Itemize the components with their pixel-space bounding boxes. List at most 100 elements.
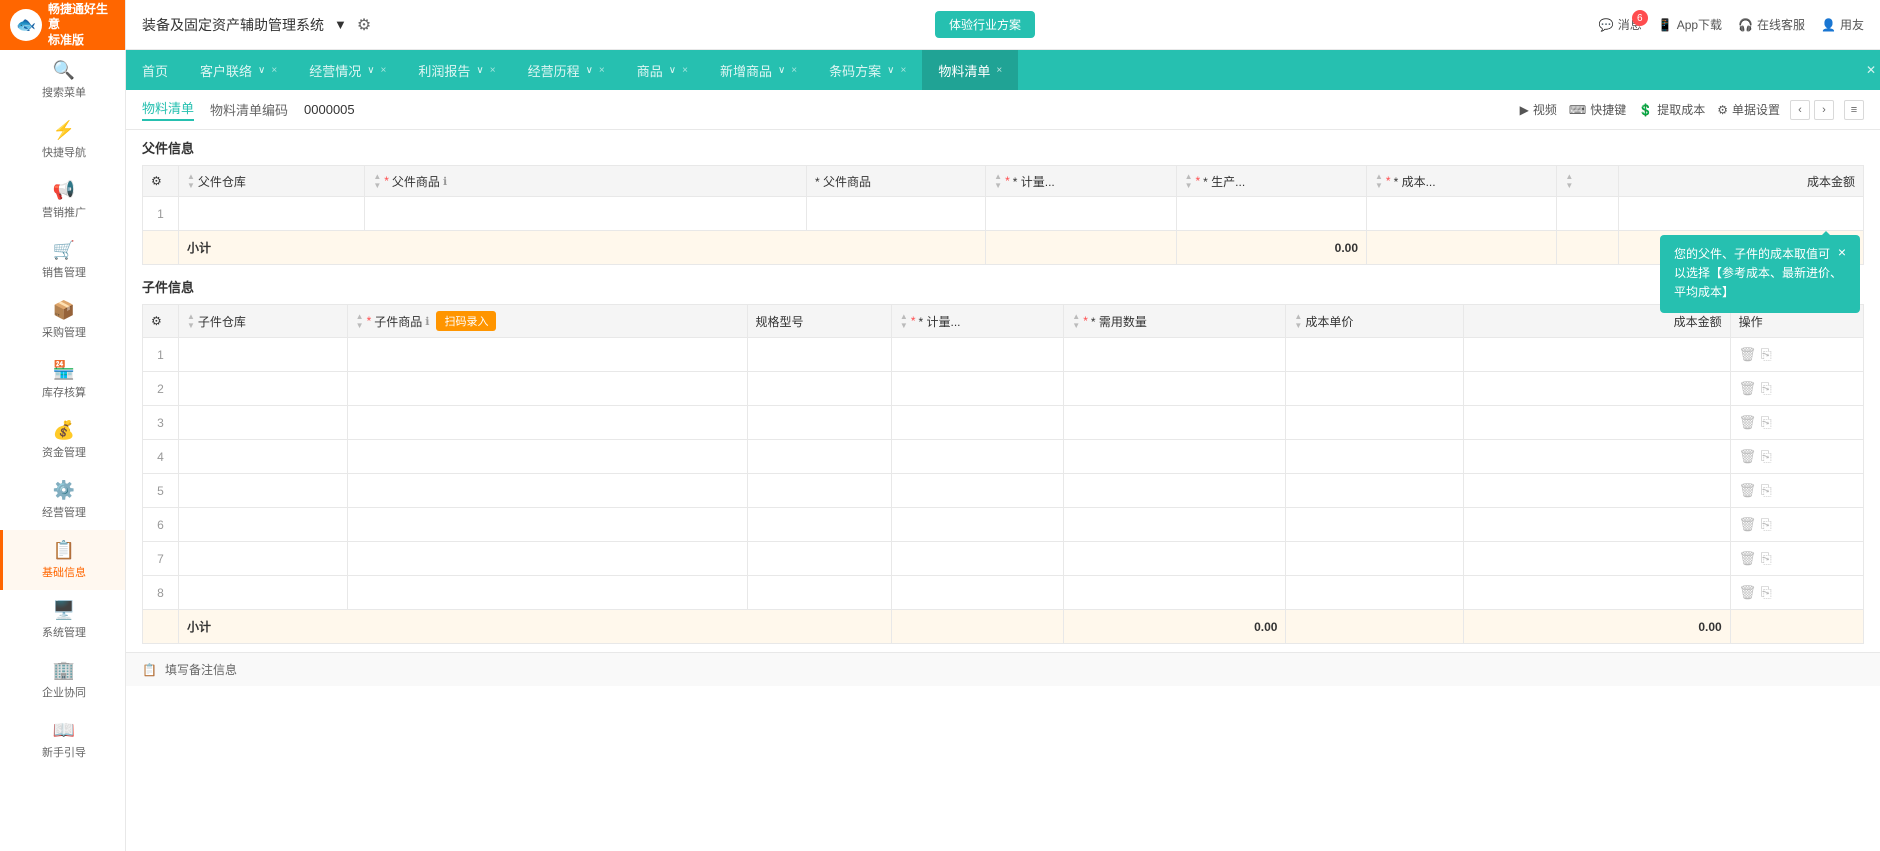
sidebar-item-search[interactable]: 🔍 搜索菜单 [0, 50, 125, 110]
sidebar-item-basic-info[interactable]: 📋 基础信息 [0, 530, 125, 590]
copy-icon-2[interactable]: ⎘ [1760, 380, 1771, 397]
tab-barcode[interactable]: 条码方案 ∨ × [813, 50, 922, 90]
video-btn[interactable]: ▶ 视频 [1520, 101, 1557, 118]
child-row-warehouse-1[interactable] [179, 338, 348, 372]
next-page-btn[interactable]: › [1814, 100, 1834, 120]
child-row-qty-7[interactable] [1064, 542, 1286, 576]
layout-btn[interactable]: ≡ [1844, 100, 1864, 120]
delete-icon-8[interactable]: 🗑 [1739, 584, 1757, 601]
parent-row-unit-1[interactable] [986, 197, 1176, 231]
tab-customer[interactable]: 客户联络 ∨ × [184, 50, 293, 90]
child-goods-sort[interactable]: ▲▼ [356, 312, 364, 330]
child-col-settings[interactable]: ⚙ [143, 305, 179, 338]
scan-btn[interactable]: 扫码录入 [436, 311, 496, 331]
sub-tab-bom-code[interactable]: 物料清单编码 [210, 100, 288, 119]
child-row-spec-4[interactable] [747, 440, 891, 474]
sidebar-item-sales[interactable]: 🛒 销售管理 [0, 230, 125, 290]
tab-new-goods[interactable]: 新增商品 ∨ × [704, 50, 813, 90]
child-row-qty-8[interactable] [1064, 576, 1286, 610]
sidebar-item-marketing[interactable]: 📢 营销推广 [0, 170, 125, 230]
child-warehouse-sort[interactable]: ▲▼ [187, 312, 195, 330]
online-service-item[interactable]: 🎧 在线客服 [1738, 16, 1805, 33]
child-row-spec-7[interactable] [747, 542, 891, 576]
delete-icon-4[interactable]: 🗑 [1739, 448, 1757, 465]
child-row-spec-8[interactable] [747, 576, 891, 610]
delete-icon-6[interactable]: 🗑 [1739, 516, 1757, 533]
child-row-warehouse-4[interactable] [179, 440, 348, 474]
sidebar-item-finance[interactable]: 💰 资金管理 [0, 410, 125, 470]
child-row-spec-2[interactable] [747, 372, 891, 406]
gear-icon[interactable]: ⚙ [357, 15, 371, 35]
child-row-goods-4[interactable] [347, 440, 747, 474]
tab-barcode-close[interactable]: × [900, 65, 906, 76]
child-row-goods-3[interactable] [347, 406, 747, 440]
sidebar-item-inventory[interactable]: 🏪 库存核算 [0, 350, 125, 410]
child-row-spec-1[interactable] [747, 338, 891, 372]
child-row-cost-price-5[interactable] [1286, 474, 1464, 508]
child-row-spec-6[interactable] [747, 508, 891, 542]
child-row-warehouse-2[interactable] [179, 372, 348, 406]
child-row-warehouse-6[interactable] [179, 508, 348, 542]
child-row-warehouse-8[interactable] [179, 576, 348, 610]
child-qty-sort[interactable]: ▲▼ [1072, 312, 1080, 330]
unit-sort[interactable]: ▲▼ [994, 172, 1002, 190]
child-row-warehouse-7[interactable] [179, 542, 348, 576]
tab-customer-close[interactable]: × [271, 65, 277, 76]
tab-ops-history-close[interactable]: × [599, 65, 605, 76]
child-row-goods-1[interactable] [347, 338, 747, 372]
child-unit-sort[interactable]: ▲▼ [900, 312, 908, 330]
child-row-cost-price-6[interactable] [1286, 508, 1464, 542]
child-row-unit-7[interactable] [891, 542, 1063, 576]
child-row-cost-price-1[interactable] [1286, 338, 1464, 372]
copy-icon-6[interactable]: ⎘ [1760, 516, 1771, 533]
child-row-warehouse-3[interactable] [179, 406, 348, 440]
delete-icon-5[interactable]: 🗑 [1739, 482, 1757, 499]
child-row-unit-2[interactable] [891, 372, 1063, 406]
parent-row-spec-1[interactable] [807, 197, 986, 231]
child-row-unit-8[interactable] [891, 576, 1063, 610]
tab-operations-close[interactable]: × [381, 65, 387, 76]
child-row-goods-6[interactable] [347, 508, 747, 542]
child-row-cost-price-2[interactable] [1286, 372, 1464, 406]
message-item[interactable]: 💬 消息 6 [1599, 16, 1642, 33]
extract-cost-btn[interactable]: 💲 提取成本 [1638, 101, 1705, 118]
app-download-item[interactable]: 📱 App下载 [1658, 16, 1722, 33]
sidebar-item-operations[interactable]: ⚙️ 经营管理 [0, 470, 125, 530]
child-row-qty-5[interactable] [1064, 474, 1286, 508]
child-row-unit-4[interactable] [891, 440, 1063, 474]
tab-goods-close[interactable]: × [682, 65, 688, 76]
sidebar-item-system[interactable]: 🖥️ 系统管理 [0, 590, 125, 650]
sidebar-item-guide[interactable]: 📖 新手引导 [0, 710, 125, 770]
child-row-cost-price-4[interactable] [1286, 440, 1464, 474]
goods-sort[interactable]: ▲▼ [373, 172, 381, 190]
tab-new-goods-close[interactable]: × [791, 65, 797, 76]
copy-icon-3[interactable]: ⎘ [1760, 414, 1771, 431]
child-row-spec-3[interactable] [747, 406, 891, 440]
parent-row-production-1[interactable] [1176, 197, 1366, 231]
child-row-unit-6[interactable] [891, 508, 1063, 542]
warehouse-sort[interactable]: ▲▼ [187, 172, 195, 190]
sidebar-item-quick-nav[interactable]: ⚡ 快捷导航 [0, 110, 125, 170]
delete-icon-2[interactable]: 🗑 [1739, 380, 1757, 397]
child-row-unit-1[interactable] [891, 338, 1063, 372]
child-row-goods-7[interactable] [347, 542, 747, 576]
child-row-unit-3[interactable] [891, 406, 1063, 440]
tab-bom-close[interactable]: × [996, 65, 1002, 76]
prev-page-btn[interactable]: ‹ [1790, 100, 1810, 120]
copy-icon-8[interactable]: ⎘ [1760, 584, 1771, 601]
system-dropdown[interactable]: ▼ [334, 17, 347, 32]
cost-sort[interactable]: ▲▼ [1375, 172, 1383, 190]
child-row-cost-price-3[interactable] [1286, 406, 1464, 440]
tab-bom[interactable]: 物料清单 × [922, 50, 1018, 90]
child-row-unit-5[interactable] [891, 474, 1063, 508]
child-row-warehouse-5[interactable] [179, 474, 348, 508]
child-row-cost-price-8[interactable] [1286, 576, 1464, 610]
parent-row-cost-1[interactable] [1367, 197, 1557, 231]
nav-close-all[interactable]: ✕ [1862, 63, 1880, 77]
child-row-goods-2[interactable] [347, 372, 747, 406]
sidebar-item-enterprise[interactable]: 🏢 企业协同 [0, 650, 125, 710]
copy-icon-5[interactable]: ⎘ [1760, 482, 1771, 499]
single-settings-btn[interactable]: ⚙ 单据设置 [1717, 101, 1780, 118]
child-goods-info-icon[interactable]: ℹ [425, 315, 429, 328]
parent-col-settings[interactable]: ⚙ [143, 166, 179, 197]
